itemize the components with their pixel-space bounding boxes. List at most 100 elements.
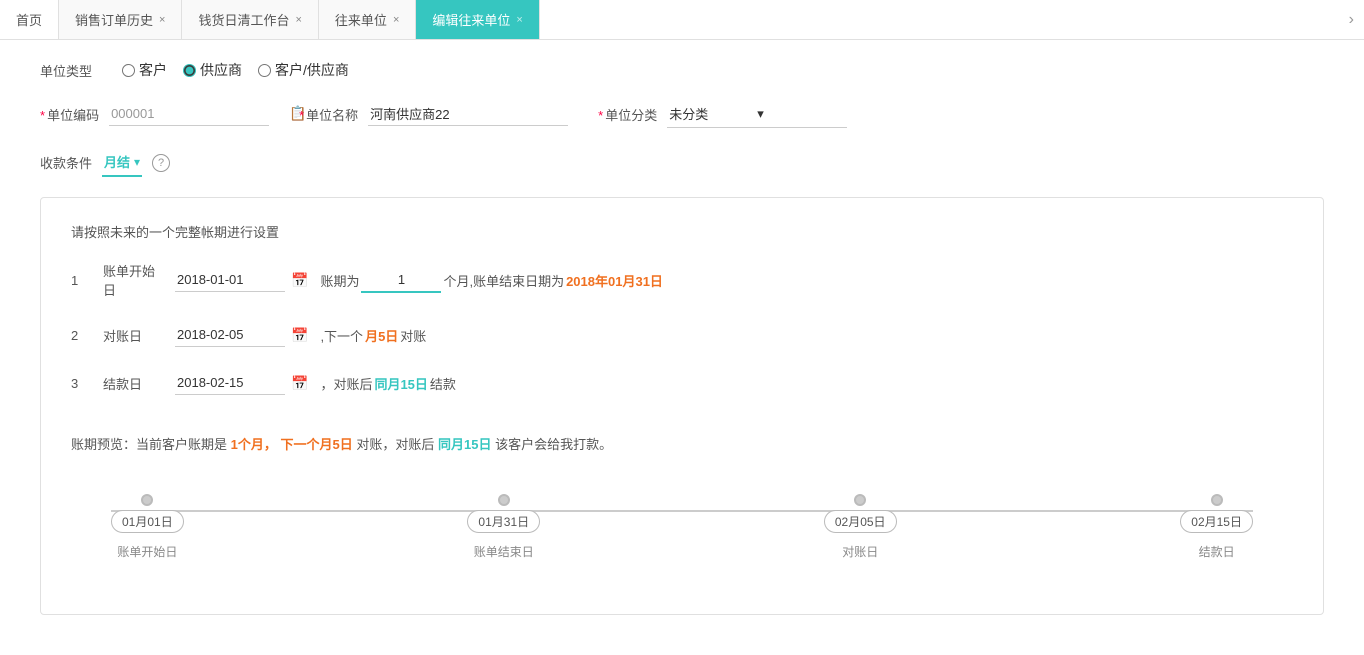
setting-desc-3: ，对账后 同月15日 结款	[320, 374, 456, 393]
radio-supplier-input[interactable]	[183, 64, 196, 77]
calendar-icon-3[interactable]: 📅	[291, 375, 308, 392]
desc-suffix-1: 个月,账单结束日期为	[443, 271, 564, 290]
calendar-icon-1[interactable]: 📅	[291, 272, 308, 289]
unit-type-row: 单位类型 客户 供应商 客户/供应商	[40, 60, 1324, 80]
chevron-down-icon: ▾	[757, 106, 845, 122]
timeline-dot-3	[854, 494, 866, 506]
chevron-down-icon2: ▾	[134, 155, 140, 169]
radio-customer-input[interactable]	[122, 64, 135, 77]
unit-category-group: *单位分类 未分类 ▾	[598, 100, 847, 128]
timeline-desc-3: 对账日	[842, 543, 878, 560]
tab-partner-unit-label: 往来单位	[335, 10, 387, 29]
preview-part1: 1个月，	[231, 437, 277, 452]
date-input-2[interactable]	[175, 323, 285, 347]
settings-box: 请按照未来的一个完整帐期进行设置 1 账单开始日 📅 账期为 个月,账单结束日期…	[40, 197, 1324, 615]
timeline-wrap: 01月01日 账单开始日 01月31日 账单结束日 02月05日 对账日	[71, 484, 1293, 590]
timeline-dot-1	[141, 494, 153, 506]
tab-edit-partner[interactable]: 编辑往来单位 ×	[416, 0, 539, 39]
timeline-point-1: 01月01日 账单开始日	[111, 494, 184, 560]
desc-suffix-3: 结款	[430, 374, 456, 393]
unit-name-input[interactable]	[368, 102, 568, 126]
highlight-part-3: 同月15日	[374, 374, 427, 393]
calendar-icon-2[interactable]: 📅	[291, 327, 308, 344]
timeline-desc-1: 账单开始日	[117, 543, 177, 560]
setting-desc-2: ,下一个 月5日 对账	[320, 326, 426, 345]
unit-category-value: 未分类	[669, 104, 757, 123]
help-icon[interactable]: ?	[152, 154, 170, 172]
radio-customer-supplier-label: 客户/供应商	[275, 60, 349, 80]
tab-bar: 首页 销售订单历史 × 钱货日清工作台 × 往来单位 × 编辑往来单位 × ›	[0, 0, 1364, 40]
tab-edit-partner-label: 编辑往来单位	[432, 10, 510, 29]
radio-customer-label: 客户	[139, 60, 167, 80]
timeline-point-3: 02月05日 对账日	[824, 494, 897, 560]
tab-cash-work[interactable]: 钱货日清工作台 ×	[182, 0, 318, 39]
tab-home[interactable]: 首页	[0, 0, 59, 39]
highlight-part-2: 月5日	[365, 326, 398, 345]
timeline-point-2: 01月31日 账单结束日	[467, 494, 540, 560]
close-icon[interactable]: ×	[393, 14, 399, 26]
unit-code-input[interactable]	[109, 102, 289, 125]
unit-category-select[interactable]: 未分类 ▾	[667, 100, 847, 128]
setting-desc-1: 账期为 个月,账单结束日期为 2018年01月31日	[320, 268, 662, 293]
setting-field-label-1: 账单开始日	[103, 261, 163, 299]
unit-code-input-wrap: 📋	[109, 102, 269, 126]
tab-expand-button[interactable]: ›	[1339, 0, 1364, 39]
tab-cash-work-label: 钱货日清工作台	[198, 10, 289, 29]
period-input[interactable]	[361, 268, 441, 293]
date-input-3[interactable]	[175, 371, 285, 395]
setting-num-3: 3	[71, 376, 91, 391]
date-input-wrap-1: 📅	[175, 268, 308, 292]
desc-suffix-2: 对账	[400, 326, 426, 345]
setting-field-label-2: 对账日	[103, 326, 163, 345]
unit-category-label: *单位分类	[598, 105, 657, 124]
setting-row-1: 1 账单开始日 📅 账期为 个月,账单结束日期为 2018年01月31日	[71, 261, 1293, 299]
close-icon[interactable]: ×	[516, 14, 522, 26]
unit-name-group: *单位名称	[299, 102, 568, 126]
payment-condition-value: 月结	[104, 152, 130, 171]
setting-num-1: 1	[71, 273, 91, 288]
radio-customer-supplier-input[interactable]	[258, 64, 271, 77]
preview-section: 账期预览：当前客户账期是 1个月， 下一个月5日 对账，对账后 同月15日 该客…	[71, 419, 1293, 590]
setting-row-2: 2 对账日 📅 ,下一个 月5日 对账	[71, 323, 1293, 347]
timeline-points: 01月01日 账单开始日 01月31日 账单结束日 02月05日 对账日	[111, 494, 1253, 560]
tab-sales-order-label: 销售订单历史	[75, 10, 153, 29]
timeline-dot-4	[1211, 494, 1223, 506]
date-input-wrap-3: 📅	[175, 371, 308, 395]
preview-part2: 下一个月5日	[281, 437, 353, 452]
tab-sales-order[interactable]: 销售订单历史 ×	[59, 0, 182, 39]
setting-row-3: 3 结款日 📅 ，对账后 同月15日 结款	[71, 371, 1293, 395]
preview-part3: 对账，对账后	[356, 437, 434, 452]
radio-customer-supplier[interactable]: 客户/供应商	[258, 60, 349, 80]
timeline-label-2: 01月31日	[467, 510, 540, 533]
timeline-label-1: 01月01日	[111, 510, 184, 533]
timeline-dot-2	[498, 494, 510, 506]
tab-partner-unit[interactable]: 往来单位 ×	[319, 0, 416, 39]
setting-field-label-3: 结款日	[103, 374, 163, 393]
preview-label: 账期预览：当前客户账期是	[71, 437, 227, 452]
preview-part4: 同月15日	[438, 437, 491, 452]
radio-group-unit-type: 客户 供应商 客户/供应商	[122, 60, 349, 80]
highlight-date-1: 2018年01月31日	[566, 271, 663, 290]
timeline-label-3: 02月05日	[824, 510, 897, 533]
radio-supplier[interactable]: 供应商	[183, 60, 242, 80]
required-star: *	[40, 108, 45, 123]
payment-condition-select[interactable]: 月结 ▾	[102, 148, 142, 177]
unit-info-row: *单位编码 📋 *单位名称 *单位分类 未分类 ▾	[40, 100, 1324, 128]
radio-customer[interactable]: 客户	[122, 60, 167, 80]
close-icon[interactable]: ×	[159, 14, 165, 26]
timeline-point-4: 02月15日 结款日	[1180, 494, 1253, 560]
radio-supplier-label: 供应商	[200, 60, 242, 80]
main-content: 单位类型 客户 供应商 客户/供应商 *单位编码 📋	[0, 40, 1364, 655]
close-icon[interactable]: ×	[295, 14, 301, 26]
required-star3: *	[598, 108, 603, 123]
desc-prefix-1: 账期为	[320, 271, 359, 290]
unit-code-label: *单位编码	[40, 105, 99, 124]
payment-condition-label: 收款条件	[40, 153, 92, 172]
date-input-1[interactable]	[175, 268, 285, 292]
desc-prefix-3: ，对账后	[320, 374, 372, 393]
timeline-desc-2: 账单结束日	[474, 543, 534, 560]
timeline-desc-4: 结款日	[1199, 543, 1235, 560]
unit-type-label: 单位类型	[40, 61, 92, 80]
payment-condition-row: 收款条件 月结 ▾ ?	[40, 148, 1324, 177]
preview-part5: 该客户会给我打款。	[495, 437, 612, 452]
